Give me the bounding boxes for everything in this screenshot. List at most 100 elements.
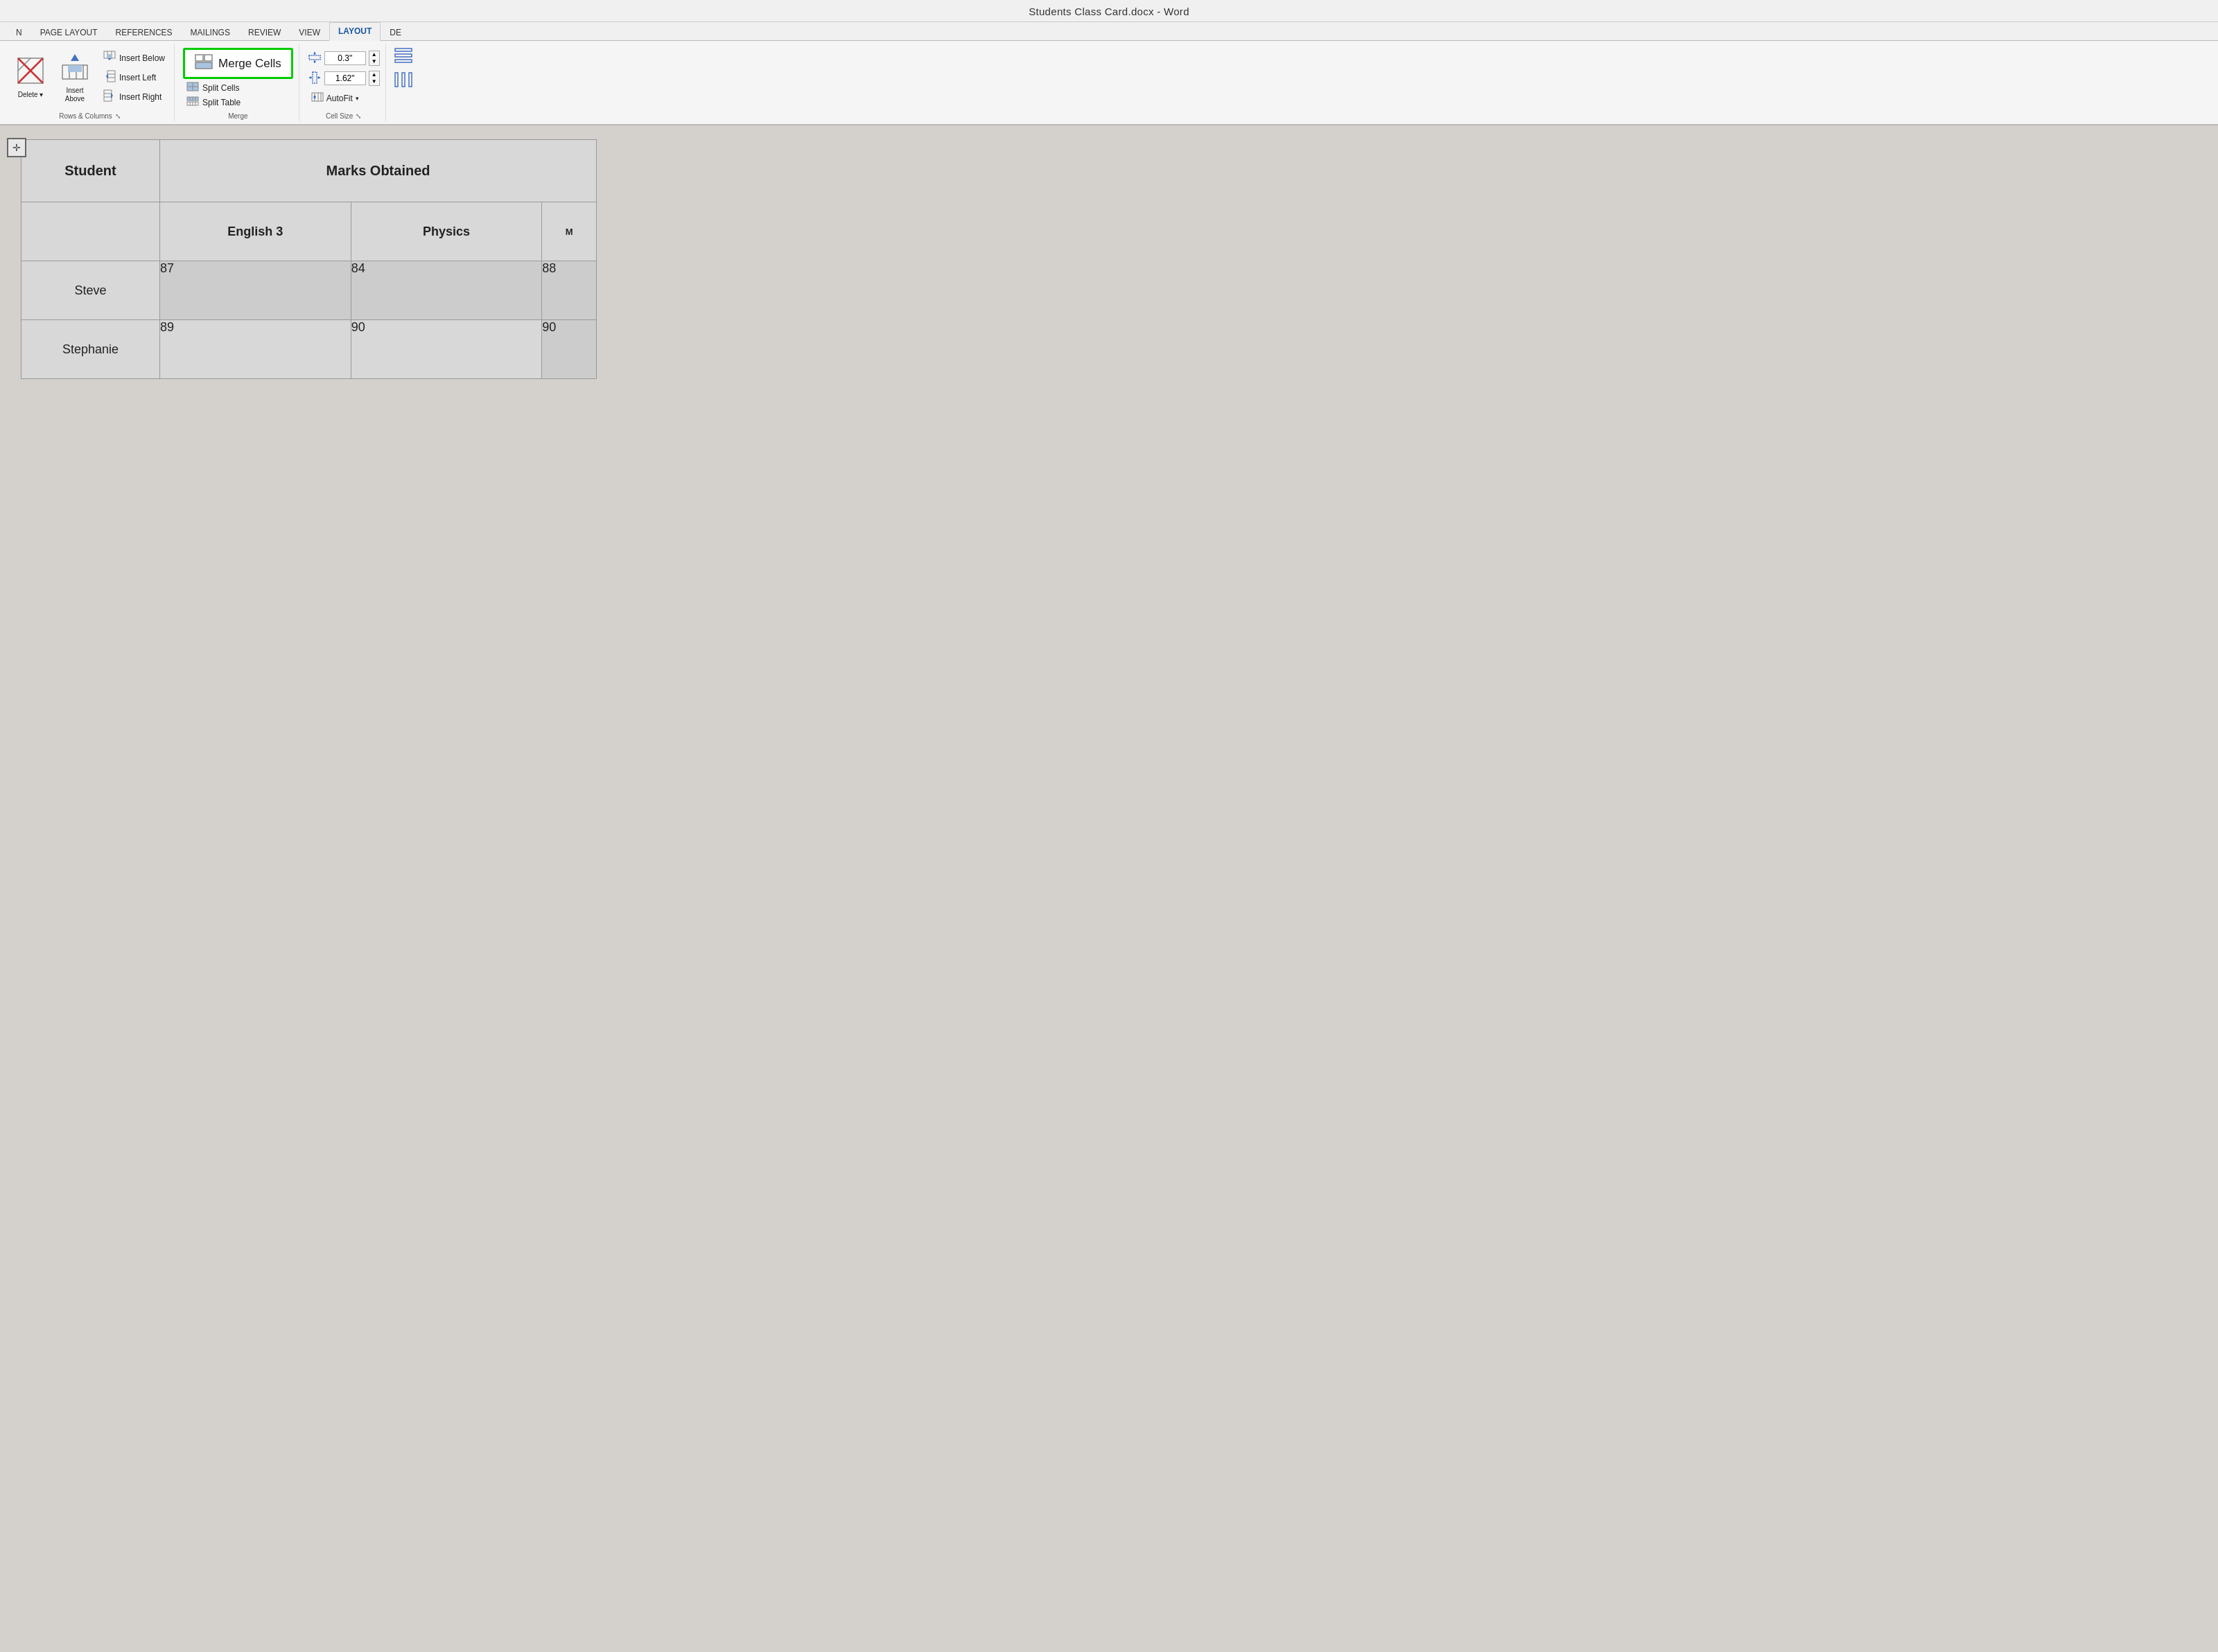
split-table-button[interactable]: Split Table — [183, 95, 293, 109]
tab-page-layout[interactable]: PAGE LAYOUT — [31, 24, 107, 41]
split-cells-button[interactable]: Split Cells — [183, 80, 293, 95]
delete-button[interactable]: Delete ▾ — [11, 54, 50, 100]
tab-de[interactable]: DE — [381, 24, 410, 41]
rows-columns-content: Delete ▾ InsertAbove — [11, 44, 168, 111]
insert-below-label: Insert Below — [119, 53, 165, 63]
svg-rect-16 — [107, 71, 115, 82]
width-increment-button[interactable]: ▲ — [369, 71, 379, 78]
svg-rect-56 — [395, 60, 412, 62]
col-width-icon — [308, 71, 322, 86]
split-table-icon — [186, 96, 199, 108]
header-row-2: English 3 Physics M — [21, 202, 597, 261]
height-decrement-button[interactable]: ▼ — [369, 58, 379, 65]
svg-marker-40 — [313, 52, 316, 54]
svg-rect-14 — [107, 54, 111, 58]
height-spinner-arrows: ▲ ▼ — [369, 51, 380, 66]
app-title: Students Class Card.docx - Word — [1029, 6, 1189, 17]
svg-rect-26 — [195, 62, 212, 69]
insert-below-icon — [103, 51, 116, 66]
insert-right-icon — [103, 89, 116, 105]
steve-physics-cell: 84 — [351, 261, 542, 320]
insert-right-button[interactable]: Insert Right — [100, 88, 168, 106]
table-row: Steve 87 84 88 — [21, 261, 597, 320]
autofit-label: AutoFit — [326, 94, 353, 103]
document-area: ✛ Student Marks Obtained English 3 Physi — [0, 125, 2218, 541]
steve-name-cell: Steve — [21, 261, 160, 320]
insert-left-label: Insert Left — [119, 73, 156, 82]
insert-right-label: Insert Right — [119, 92, 161, 102]
merge-cells-button[interactable]: Merge Cells — [183, 48, 293, 79]
width-spinner-arrows: ▲ ▼ — [369, 71, 380, 86]
svg-marker-10 — [71, 54, 79, 61]
width-decrement-button[interactable]: ▼ — [369, 78, 379, 85]
student-name-subheader — [21, 202, 160, 261]
svg-rect-55 — [395, 54, 412, 57]
stephanie-english3-cell: 89 — [160, 320, 351, 379]
title-bar: Students Class Card.docx - Word — [0, 0, 2218, 22]
m-header: M — [542, 202, 597, 261]
move-icon: ✛ — [12, 142, 21, 153]
split-cells-label: Split Cells — [202, 83, 239, 93]
insert-left-button[interactable]: Insert Left — [100, 69, 168, 87]
table-row: Stephanie 89 90 90 — [21, 320, 597, 379]
steve-m-cell: 88 — [542, 261, 597, 320]
svg-rect-58 — [402, 73, 405, 87]
svg-rect-24 — [195, 55, 203, 61]
delete-label: Delete ▾ — [18, 91, 44, 99]
insert-options-group: Insert Below Insert Left — [100, 49, 168, 106]
student-header: Student — [21, 140, 160, 202]
marks-obtained-header: Marks Obtained — [160, 140, 597, 202]
tab-mailings[interactable]: MAILINGS — [182, 24, 239, 41]
cell-size-label: Cell Size ⤡ — [308, 111, 380, 121]
rows-columns-group: Delete ▾ InsertAbove — [6, 44, 175, 121]
height-spinner-row: ▲ ▼ — [308, 51, 380, 66]
distribution-group — [389, 44, 418, 121]
students-table: Student Marks Obtained English 3 Physics… — [21, 139, 597, 379]
autofit-button[interactable]: AutoFit ▾ — [308, 91, 380, 105]
split-cells-icon — [186, 82, 199, 94]
steve-english3-cell: 87 — [160, 261, 351, 320]
split-table-label: Split Table — [202, 98, 241, 107]
insert-above-button[interactable]: InsertAbove — [55, 50, 94, 105]
tab-view[interactable]: VIEW — [290, 24, 329, 41]
height-increment-button[interactable]: ▲ — [369, 51, 379, 58]
delete-icon — [15, 55, 46, 89]
merge-cells-label: Merge Cells — [218, 57, 281, 71]
insert-above-icon — [60, 51, 90, 85]
height-input[interactable] — [324, 51, 366, 65]
width-input[interactable] — [324, 71, 366, 85]
distribute-rows-button[interactable] — [393, 46, 414, 68]
insert-above-label: InsertAbove — [65, 87, 85, 103]
stephanie-name-cell: Stephanie — [21, 320, 160, 379]
svg-rect-20 — [104, 90, 112, 101]
tab-n[interactable]: N — [7, 24, 31, 41]
tab-review[interactable]: REVIEW — [239, 24, 290, 41]
svg-rect-25 — [204, 55, 212, 61]
svg-rect-54 — [395, 49, 412, 51]
merge-cells-icon — [195, 54, 213, 73]
ribbon-tab-bar: N PAGE LAYOUT REFERENCES MAILINGS REVIEW… — [0, 22, 2218, 41]
autofit-icon — [311, 92, 324, 104]
distribute-cols-button[interactable] — [393, 71, 414, 92]
cell-size-group: ▲ ▼ ▲ ▼ — [302, 44, 386, 121]
tab-references[interactable]: REFERENCES — [107, 24, 182, 41]
merge-group: Merge Cells Split Cells — [177, 44, 299, 121]
table-move-handle[interactable]: ✛ — [7, 138, 26, 157]
header-row-1: Student Marks Obtained — [21, 140, 597, 202]
stephanie-physics-cell: 90 — [351, 320, 542, 379]
ribbon: Delete ▾ InsertAbove — [0, 41, 2218, 125]
svg-marker-45 — [309, 76, 311, 79]
svg-marker-53 — [315, 95, 316, 99]
svg-marker-42 — [313, 61, 316, 63]
row-height-icon — [308, 51, 322, 66]
merge-group-label: Merge — [183, 111, 293, 121]
svg-rect-57 — [395, 73, 398, 87]
svg-rect-43 — [313, 72, 317, 83]
insert-left-icon — [103, 70, 116, 85]
physics-header: Physics — [351, 202, 542, 261]
svg-marker-47 — [318, 76, 320, 79]
svg-rect-38 — [309, 55, 320, 60]
tab-layout[interactable]: LAYOUT — [329, 22, 381, 41]
insert-below-button[interactable]: Insert Below — [100, 49, 168, 67]
svg-rect-9 — [68, 65, 82, 72]
